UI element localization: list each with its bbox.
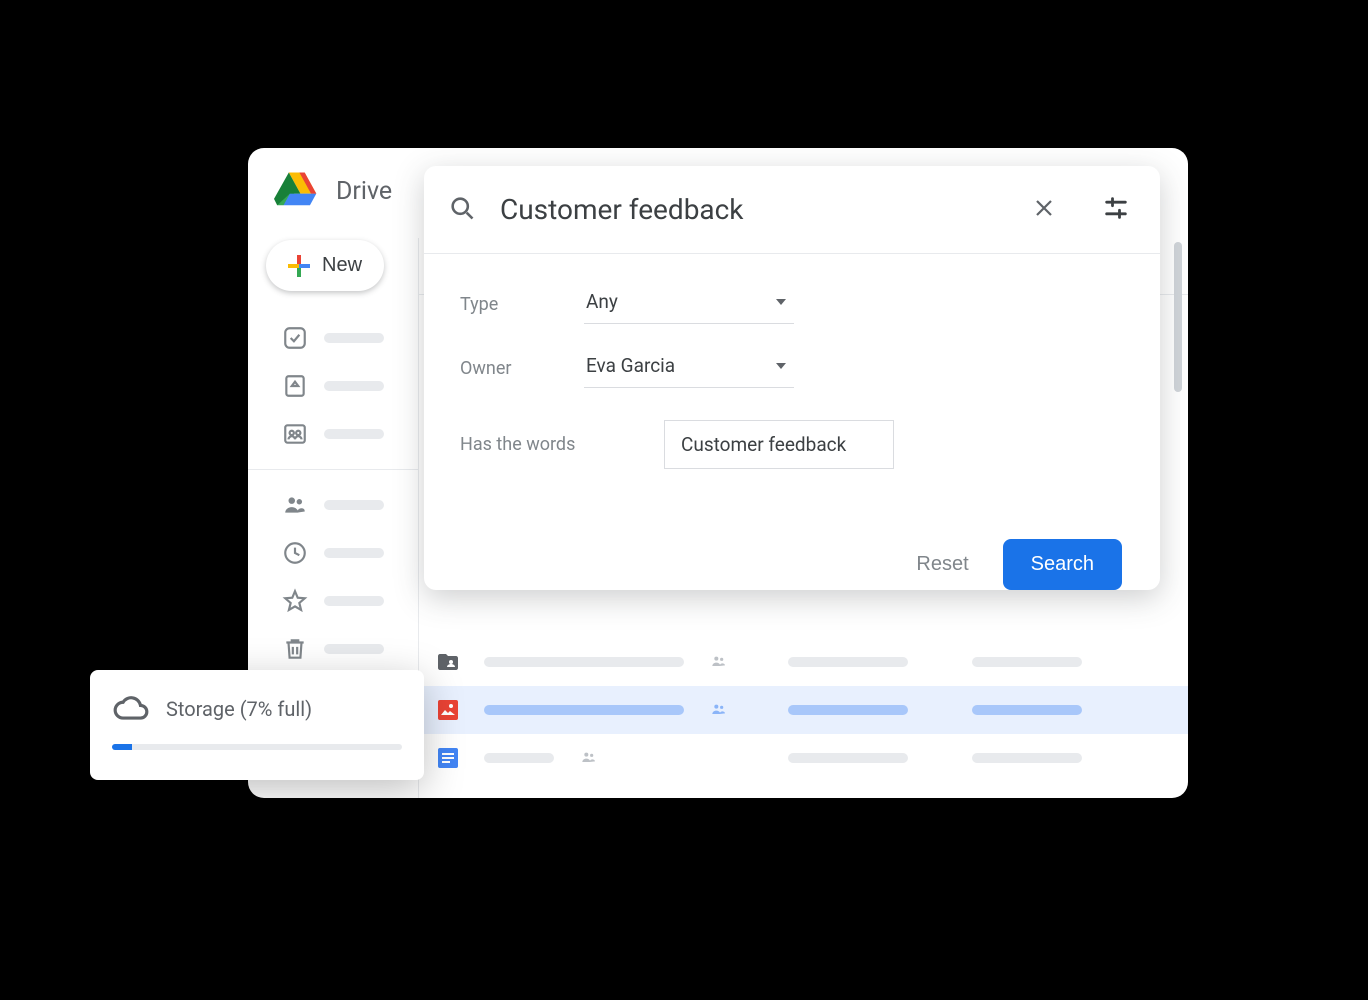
new-button[interactable]: New: [266, 240, 384, 291]
sidebar-item-starred[interactable]: [282, 588, 418, 614]
file-owner-placeholder: [788, 705, 908, 715]
plus-icon: [288, 255, 310, 277]
filter-type-label: Type: [460, 294, 584, 315]
storage-progress: [112, 744, 402, 750]
file-modified-placeholder: [972, 705, 1082, 715]
filter-words-input[interactable]: Customer feedback: [664, 420, 894, 469]
file-owner-placeholder: [788, 753, 908, 763]
drive-small-icon: [282, 373, 308, 399]
reset-button[interactable]: Reset: [916, 553, 968, 576]
sidebar-item-recent[interactable]: [282, 540, 418, 566]
trash-icon: [282, 636, 308, 662]
file-modified-placeholder: [972, 753, 1082, 763]
new-button-label: New: [322, 254, 362, 277]
cloud-icon: [112, 692, 150, 726]
sidebar-item-priority[interactable]: [282, 325, 418, 351]
file-modified-placeholder: [972, 657, 1082, 667]
search-icon: [448, 194, 476, 226]
clock-icon: [282, 540, 308, 566]
folder-shared-icon: [436, 650, 460, 674]
shared-drives-icon: [282, 421, 308, 447]
shared-indicator-icon: [708, 654, 734, 670]
search-header: Customer feedback: [424, 166, 1160, 254]
people-icon: [282, 492, 308, 518]
close-icon[interactable]: [1026, 190, 1062, 230]
sidebar-item-trash[interactable]: [282, 636, 418, 662]
chevron-down-icon: [776, 299, 786, 305]
file-list: [418, 638, 1188, 798]
file-name-placeholder: [484, 753, 554, 763]
sidebar-item-my-drive[interactable]: [282, 373, 418, 399]
search-button[interactable]: Search: [1003, 539, 1122, 590]
shared-indicator-icon: [578, 750, 604, 766]
nav-label-placeholder: [324, 429, 384, 439]
sidebar-item-shared-with-me[interactable]: [282, 492, 418, 518]
sidebar: New: [248, 240, 418, 662]
filter-owner-row: Owner Eva Garcia: [460, 348, 1124, 388]
filter-owner-select[interactable]: Eva Garcia: [584, 348, 794, 388]
file-owner-placeholder: [788, 657, 908, 667]
nav-label-placeholder: [324, 333, 384, 343]
nav-label-placeholder: [324, 381, 384, 391]
nav-label-placeholder: [324, 500, 384, 510]
search-options-icon[interactable]: [1096, 188, 1136, 232]
search-input[interactable]: Customer feedback: [500, 193, 1002, 226]
image-file-icon: [436, 698, 460, 722]
chevron-down-icon: [776, 363, 786, 369]
filter-words-row: Has the words Customer feedback: [460, 420, 1124, 469]
nav-label-placeholder: [324, 596, 384, 606]
search-filters: Type Any Owner Eva Garcia Has the words …: [424, 254, 1160, 469]
nav-divider: [248, 469, 418, 470]
nav-label-placeholder: [324, 644, 384, 654]
docs-file-icon: [436, 746, 460, 770]
file-row[interactable]: [418, 734, 1188, 782]
file-row-selected[interactable]: [418, 686, 1188, 734]
nav-label-placeholder: [324, 548, 384, 558]
check-square-icon: [282, 325, 308, 351]
storage-card[interactable]: Storage (7% full): [90, 670, 424, 780]
search-panel: Customer feedback Type Any Owner Eva Gar…: [424, 166, 1160, 590]
filter-owner-value: Eva Garcia: [586, 354, 675, 377]
file-name-placeholder: [484, 657, 684, 667]
shared-indicator-icon: [708, 702, 734, 718]
filter-type-row: Type Any: [460, 284, 1124, 324]
filter-type-select[interactable]: Any: [584, 284, 794, 324]
filter-owner-label: Owner: [460, 358, 584, 379]
scrollbar[interactable]: [1174, 242, 1182, 392]
storage-progress-fill: [112, 744, 132, 750]
app-title: Drive: [336, 177, 392, 206]
file-name-placeholder: [484, 705, 684, 715]
star-icon: [282, 588, 308, 614]
file-row[interactable]: [418, 638, 1188, 686]
search-actions: Reset Search: [424, 515, 1160, 590]
filter-type-value: Any: [586, 290, 618, 313]
drive-logo-icon: [274, 170, 320, 212]
storage-label: Storage (7% full): [166, 697, 312, 721]
sidebar-item-shared-drives[interactable]: [282, 421, 418, 447]
filter-words-label: Has the words: [460, 434, 624, 455]
